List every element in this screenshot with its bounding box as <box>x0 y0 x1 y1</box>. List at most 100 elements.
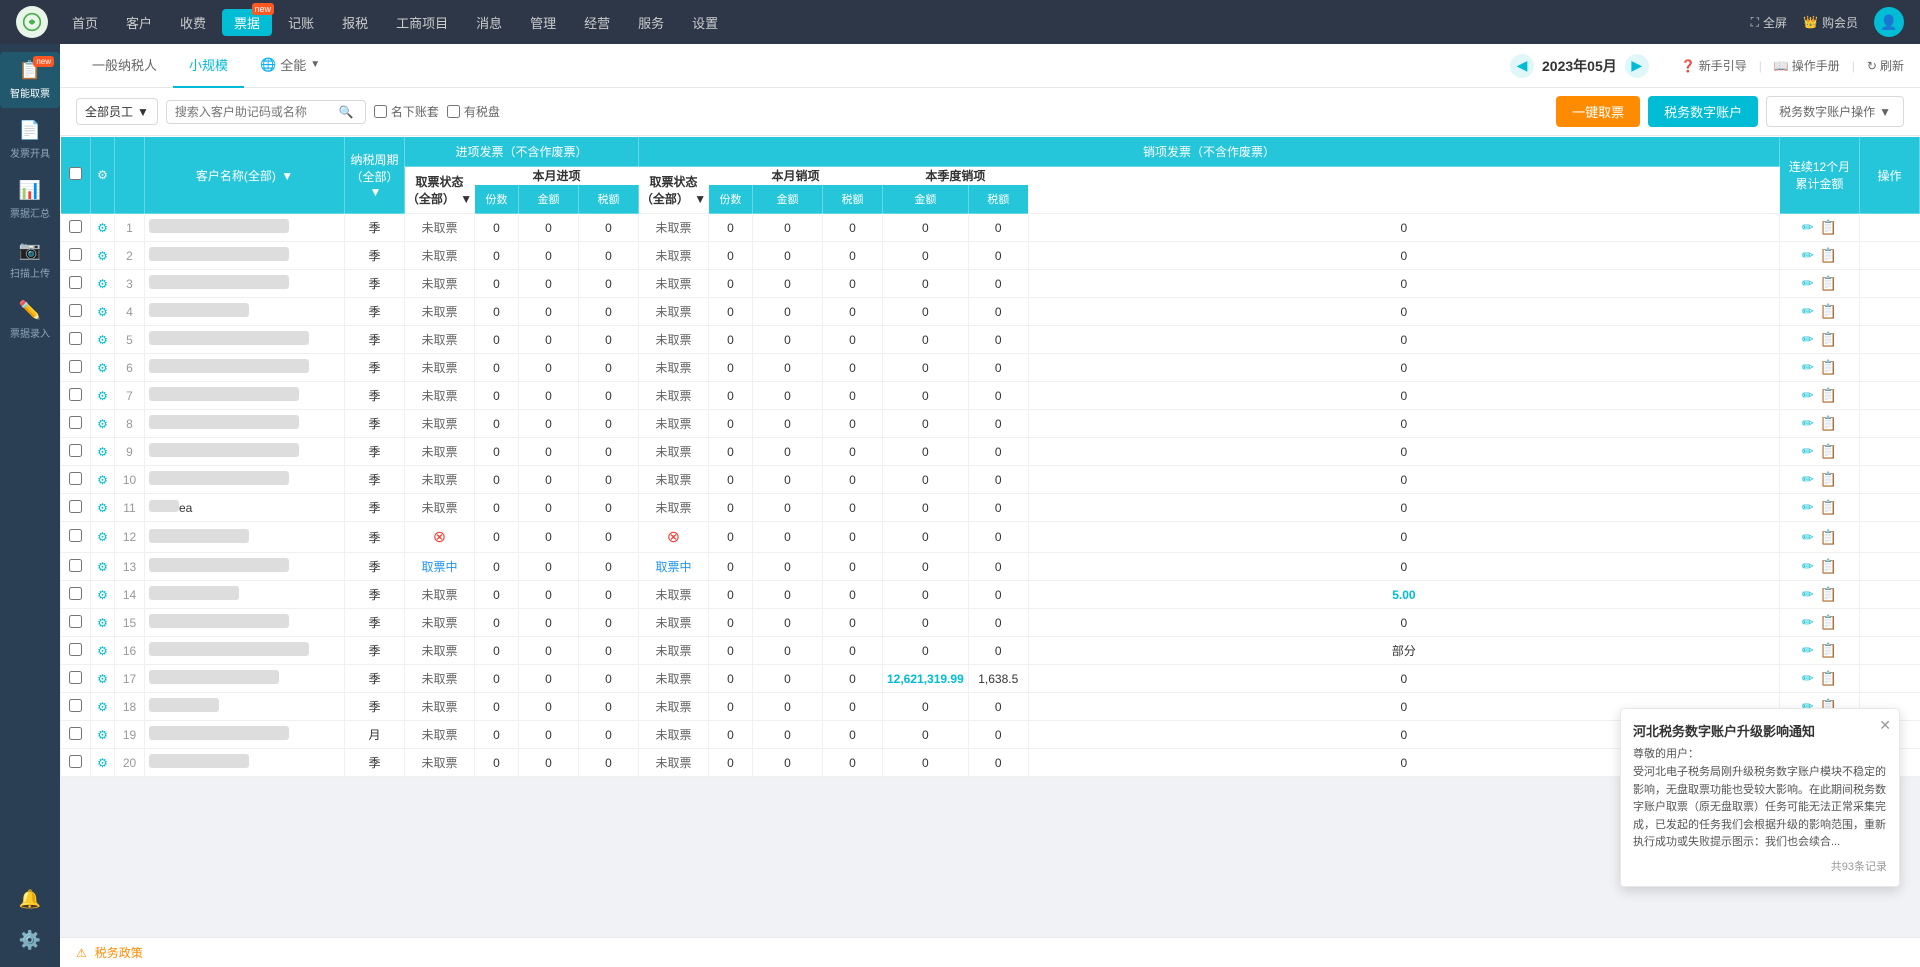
refresh-link[interactable]: ↻ 刷新 <box>1867 57 1904 74</box>
edit-icon[interactable]: ✏ <box>1802 614 1814 631</box>
copy-icon[interactable]: 📋 <box>1820 443 1837 460</box>
nav-settings[interactable]: 设置 <box>680 9 730 36</box>
tab-all[interactable]: 🌐 全能 ▼ <box>244 44 336 88</box>
sidebar-item-scan-upload[interactable]: 📷 扫描上传 <box>0 232 60 288</box>
row-checkbox[interactable] <box>61 637 91 665</box>
row-settings[interactable]: ⚙ <box>91 522 115 553</box>
row-settings[interactable]: ⚙ <box>91 721 115 749</box>
fullscreen-button[interactable]: ⛶ 全屏 <box>1751 14 1787 31</box>
copy-icon[interactable]: 📋 <box>1820 247 1837 264</box>
row-checkbox[interactable] <box>61 354 91 382</box>
edit-icon[interactable]: ✏ <box>1802 275 1814 292</box>
next-month-button[interactable]: ▶ <box>1625 54 1649 78</box>
copy-icon[interactable]: 📋 <box>1820 415 1837 432</box>
edit-icon[interactable]: ✏ <box>1802 219 1814 236</box>
edit-icon[interactable]: ✏ <box>1802 529 1814 546</box>
copy-icon[interactable]: 📋 <box>1820 670 1837 687</box>
copy-icon[interactable]: 📋 <box>1820 499 1837 516</box>
user-avatar[interactable]: 👤 <box>1874 7 1904 37</box>
row-settings[interactable]: ⚙ <box>91 242 115 270</box>
row-checkbox[interactable] <box>61 326 91 354</box>
in-status-filter[interactable]: ▼ <box>460 192 472 206</box>
row-settings[interactable]: ⚙ <box>91 581 115 609</box>
one-key-tax-button[interactable]: 一键取票 <box>1556 96 1640 127</box>
copy-icon[interactable]: 📋 <box>1820 614 1837 631</box>
row-checkbox[interactable] <box>61 494 91 522</box>
edit-icon[interactable]: ✏ <box>1802 558 1814 575</box>
nav-message[interactable]: 消息 <box>464 9 514 36</box>
row-settings[interactable]: ⚙ <box>91 609 115 637</box>
copy-icon[interactable]: 📋 <box>1820 275 1837 292</box>
copy-icon[interactable]: 📋 <box>1820 359 1837 376</box>
edit-icon[interactable]: ✏ <box>1802 247 1814 264</box>
in-take-status-header[interactable]: 取票状态（全部） ▼ <box>405 167 475 214</box>
row-settings[interactable]: ⚙ <box>91 270 115 298</box>
row-settings[interactable]: ⚙ <box>91 749 115 777</box>
accounts-checkbox[interactable]: 名下账套 <box>374 103 439 120</box>
copy-icon[interactable]: 📋 <box>1820 529 1837 546</box>
row-settings[interactable]: ⚙ <box>91 665 115 693</box>
client-filter-icon[interactable]: ▼ <box>281 169 293 183</box>
copy-icon[interactable]: 📋 <box>1820 586 1837 603</box>
row-checkbox[interactable] <box>61 522 91 553</box>
vip-button[interactable]: 👑 购会员 <box>1803 14 1858 31</box>
tab-general-taxpayer[interactable]: 一般纳税人 <box>76 44 173 88</box>
new-guide-link[interactable]: ❓ 新手引导 <box>1681 57 1747 74</box>
search-input[interactable] <box>175 105 335 119</box>
row-settings[interactable]: ⚙ <box>91 494 115 522</box>
copy-icon[interactable]: 📋 <box>1820 471 1837 488</box>
row-settings[interactable]: ⚙ <box>91 553 115 581</box>
row-checkbox[interactable] <box>61 410 91 438</box>
edit-icon[interactable]: ✏ <box>1802 415 1814 432</box>
nav-tax[interactable]: 报税 <box>330 9 380 36</box>
row-settings[interactable]: ⚙ <box>91 410 115 438</box>
edit-icon[interactable]: ✏ <box>1802 642 1814 659</box>
edit-icon[interactable]: ✏ <box>1802 443 1814 460</box>
sidebar-item-smart-invoice[interactable]: 📋 智能取票 new <box>0 52 60 108</box>
select-all-checkbox[interactable] <box>69 167 82 180</box>
tab-small-scale[interactable]: 小规模 <box>173 44 244 88</box>
row-settings[interactable]: ⚙ <box>91 354 115 382</box>
sidebar-item-invoice-open[interactable]: 📄 发票开具 <box>0 112 60 168</box>
row-settings[interactable]: ⚙ <box>91 214 115 242</box>
row-settings[interactable]: ⚙ <box>91 382 115 410</box>
row-checkbox[interactable] <box>61 270 91 298</box>
sidebar-item-notification[interactable]: 🔔 <box>15 881 45 918</box>
edit-icon[interactable]: ✏ <box>1802 359 1814 376</box>
row-checkbox[interactable] <box>61 693 91 721</box>
row-checkbox[interactable] <box>61 553 91 581</box>
row-checkbox[interactable] <box>61 298 91 326</box>
row-checkbox[interactable] <box>61 466 91 494</box>
row-settings[interactable]: ⚙ <box>91 438 115 466</box>
nav-invoice[interactable]: 票据 new <box>222 9 272 36</box>
notification-close-button[interactable]: ✕ <box>1879 717 1891 734</box>
edit-icon[interactable]: ✏ <box>1802 303 1814 320</box>
row-checkbox[interactable] <box>61 749 91 777</box>
search-icon[interactable]: 🔍 <box>339 105 354 119</box>
row-checkbox[interactable] <box>61 242 91 270</box>
tax-digital-ops-button[interactable]: 税务数字账户操作 ▼ <box>1766 96 1904 127</box>
edit-icon[interactable]: ✏ <box>1802 586 1814 603</box>
sidebar-item-invoice-summary[interactable]: 📊 票据汇总 <box>0 172 60 228</box>
edit-icon[interactable]: ✏ <box>1802 499 1814 516</box>
nav-billing[interactable]: 收费 <box>168 9 218 36</box>
sidebar-item-settings[interactable]: ⚙️ <box>15 922 45 959</box>
tax-period-header[interactable]: 纳税周期（全部） ▼ <box>345 137 405 214</box>
edit-icon[interactable]: ✏ <box>1802 387 1814 404</box>
nav-accounting[interactable]: 记账 <box>276 9 326 36</box>
row-settings[interactable]: ⚙ <box>91 637 115 665</box>
row-checkbox[interactable] <box>61 438 91 466</box>
copy-icon[interactable]: 📋 <box>1820 219 1837 236</box>
out-take-status-header[interactable]: 取票状态（全部） ▼ <box>639 167 709 214</box>
row-settings[interactable]: ⚙ <box>91 693 115 721</box>
nav-business[interactable]: 工商项目 <box>384 9 460 36</box>
nav-client[interactable]: 客户 <box>114 9 164 36</box>
edit-icon[interactable]: ✏ <box>1802 331 1814 348</box>
row-checkbox[interactable] <box>61 382 91 410</box>
copy-icon[interactable]: 📋 <box>1820 558 1837 575</box>
nav-home[interactable]: 首页 <box>60 9 110 36</box>
row-settings[interactable]: ⚙ <box>91 326 115 354</box>
nav-manage[interactable]: 管理 <box>518 9 568 36</box>
row-settings[interactable]: ⚙ <box>91 466 115 494</box>
copy-icon[interactable]: 📋 <box>1820 642 1837 659</box>
